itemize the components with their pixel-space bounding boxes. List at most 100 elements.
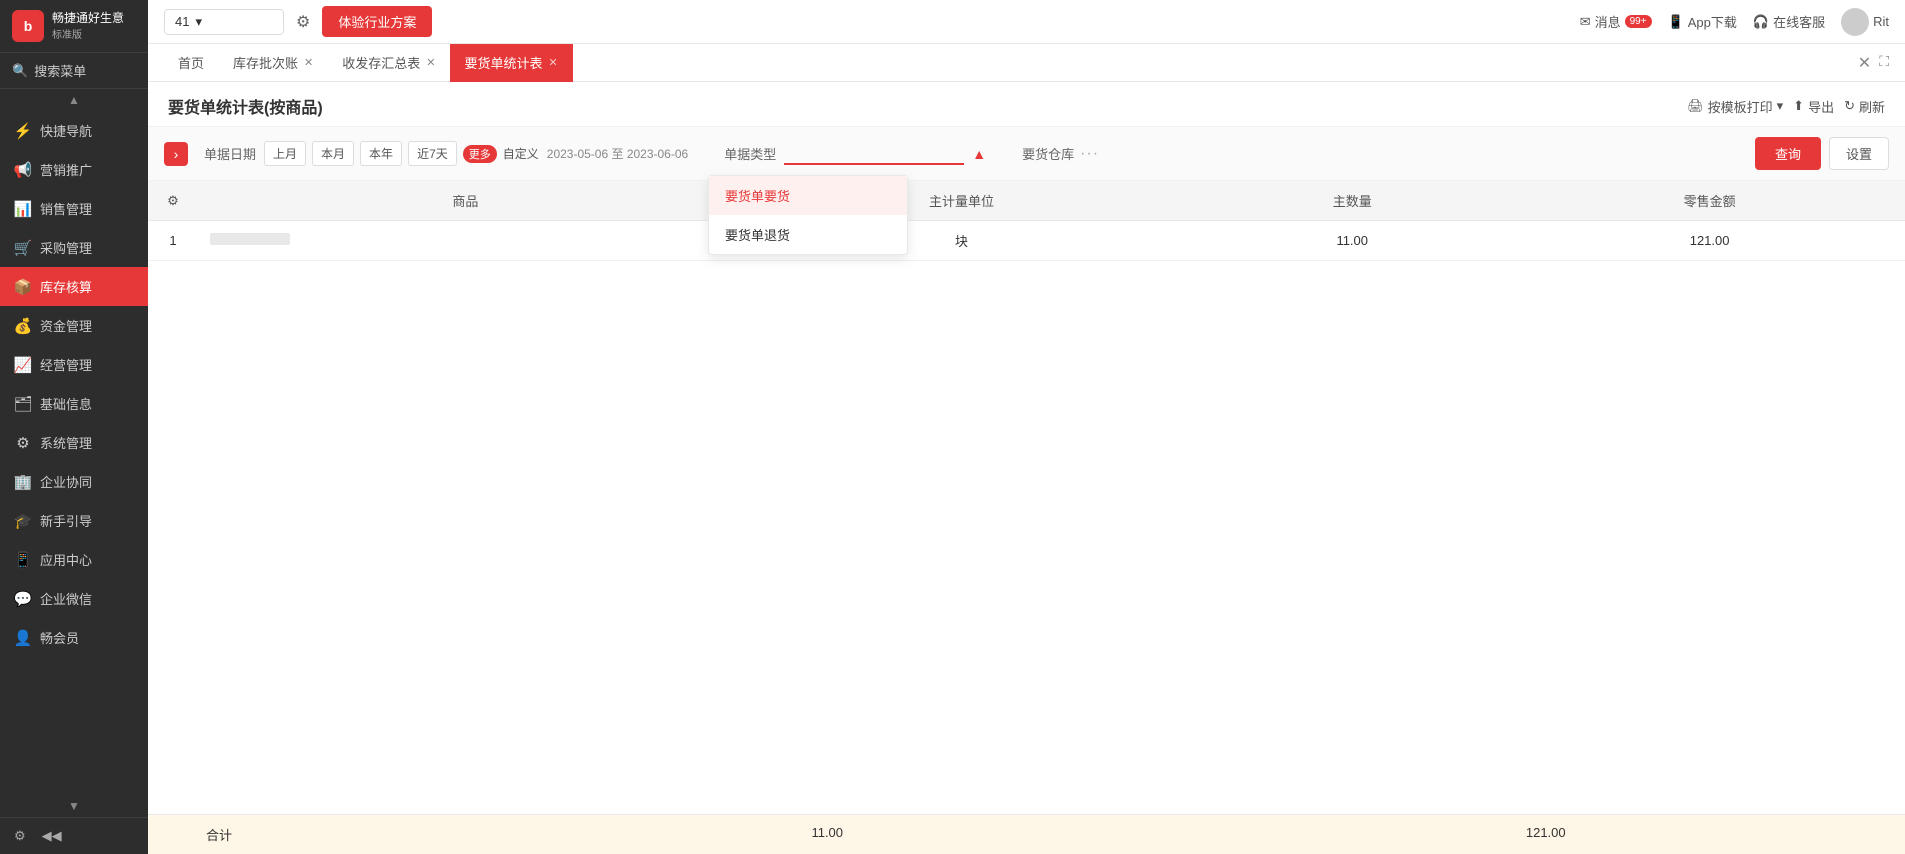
date-preset-more[interactable]: 更多	[463, 145, 497, 163]
online-service-label: 在线客服	[1773, 12, 1825, 31]
sidebar-item-app-center[interactable]: 📱 应用中心	[0, 540, 148, 579]
search-icon: 🔍	[12, 63, 28, 79]
sidebar-item-enterprise[interactable]: 🏢 企业协同	[0, 462, 148, 501]
filter-bar: › 单据日期 上月 本月 本年 近7天 更多 自定义 2023-05-06 至 …	[148, 127, 1905, 181]
table-row: 1 块 11.00 121.00	[148, 221, 1905, 261]
sidebar-item-quick-nav[interactable]: ⚡ 快捷导航	[0, 111, 148, 150]
footer-amount: 121.00	[1187, 825, 1905, 844]
sidebar-item-finance[interactable]: 💰 资金管理	[0, 306, 148, 345]
sidebar-item-basic-info[interactable]: 🗂 基础信息	[0, 384, 148, 423]
sidebar-collapse-btn[interactable]: ◀◀	[42, 828, 62, 844]
sidebar-item-wechat[interactable]: 💬 企业微信	[0, 579, 148, 618]
industry-btn[interactable]: 体验行业方案	[322, 6, 432, 37]
sidebar-scroll-down[interactable]: ▼	[0, 795, 148, 817]
date-preset-this-month[interactable]: 本月	[312, 141, 354, 166]
filter-expand-btn[interactable]: ›	[164, 142, 188, 166]
sidebar-item-label: 库存核算	[40, 277, 92, 296]
guide-icon: 🎓	[14, 512, 32, 530]
filter-settings-btn[interactable]: 设置	[1829, 137, 1889, 170]
sidebar-item-inventory[interactable]: 📦 库存核算	[0, 267, 148, 306]
tab-order-stats[interactable]: 要货单统计表 ✕	[450, 44, 572, 82]
sidebar-item-system[interactable]: ⚙ 系统管理	[0, 423, 148, 462]
sidebar-search[interactable]: 🔍 搜索菜单	[0, 53, 148, 89]
page-header-actions: 🖨 按模板打印 ▾ ⬆ 导出 ↻ 刷新	[1687, 97, 1885, 116]
quick-nav-icon: ⚡	[14, 122, 32, 140]
member-icon: 👤	[14, 629, 32, 647]
message-item[interactable]: ✉ 消息 99+	[1580, 12, 1652, 31]
dropdown-item-order-goods[interactable]: 要货单要货	[709, 176, 907, 215]
date-preset-custom[interactable]: 自定义	[503, 145, 539, 162]
sidebar-item-member[interactable]: 👤 畅会员	[0, 618, 148, 657]
company-selector[interactable]: 41 ▾	[164, 9, 284, 35]
sidebar-nav: ⚡ 快捷导航 📢 营销推广 📊 销售管理 🛒 采购管理 📦 库存核算 💰 资金管…	[0, 111, 148, 795]
refresh-btn[interactable]: ↻ 刷新	[1844, 97, 1885, 116]
user-item[interactable]: Rit	[1841, 8, 1889, 36]
date-filter-group: 单据日期 上月 本月 本年 近7天 更多 自定义 2023-05-06 至 20…	[204, 141, 688, 166]
print-template-btn[interactable]: 🖨 按模板打印 ▾	[1687, 97, 1783, 116]
sales-icon: 📊	[14, 200, 32, 218]
row-amount: 121.00	[1514, 221, 1905, 261]
close-inventory-batch-icon[interactable]: ✕	[304, 56, 313, 69]
query-btn[interactable]: 查询	[1755, 137, 1821, 170]
col-settings-header[interactable]: ⚙	[148, 181, 198, 221]
table-footer: 合计 11.00 121.00	[148, 814, 1905, 854]
system-icon: ⚙	[14, 434, 32, 452]
table-settings-icon[interactable]: ⚙	[167, 193, 179, 208]
message-icon: ✉	[1580, 14, 1591, 30]
sidebar-item-label: 企业微信	[40, 589, 92, 608]
user-avatar	[1841, 8, 1869, 36]
basic-info-icon: 🗂	[14, 395, 32, 413]
footer-label: 合计	[198, 825, 348, 844]
logo-icon: b	[12, 10, 44, 42]
tab-order-stats-label: 要货单统计表	[464, 53, 542, 72]
data-table-container: ⚙ 商品 主计量单位 主数量 零售金额 1 块 11.00 121.00	[148, 181, 1905, 814]
tab-inventory-batch[interactable]: 库存批次账 ✕	[219, 44, 328, 82]
app-title: 畅捷通好生意	[52, 11, 124, 27]
topbar-gear-icon[interactable]: ⚙	[296, 12, 310, 32]
online-service-item[interactable]: 🎧 在线客服	[1753, 12, 1825, 31]
type-filter-input[interactable]	[784, 142, 964, 165]
dropdown-item-order-return[interactable]: 要货单退货	[709, 215, 907, 254]
sidebar-settings-icon[interactable]: ⚙	[14, 828, 26, 844]
sidebar-item-label: 营销推广	[40, 160, 92, 179]
purchase-icon: 🛒	[14, 239, 32, 257]
tab-receive-send-label: 收发存汇总表	[342, 53, 420, 72]
date-preset-last-7[interactable]: 近7天	[408, 141, 457, 166]
page-content: 要货单统计表(按商品) 🖨 按模板打印 ▾ ⬆ 导出 ↻ 刷新 ›	[148, 82, 1905, 854]
refresh-label: 刷新	[1859, 97, 1885, 116]
row-product	[198, 221, 733, 261]
export-icon: ⬆	[1793, 98, 1804, 114]
sidebar-scroll-up[interactable]: ▲	[0, 89, 148, 111]
company-value: 41	[175, 14, 189, 29]
app-subtitle: 标准版	[52, 26, 124, 41]
date-preset-last-month[interactable]: 上月	[264, 141, 306, 166]
type-dropdown-arrow[interactable]: ▲	[972, 146, 986, 162]
row-index: 1	[148, 221, 198, 261]
app-download-item[interactable]: 📱 App下载	[1668, 12, 1737, 31]
refresh-icon: ↻	[1844, 98, 1855, 114]
finance-icon: 💰	[14, 317, 32, 335]
expand-tab-icon[interactable]: ⛶	[1879, 53, 1889, 73]
col-amount-header: 零售金额	[1514, 181, 1905, 221]
export-btn[interactable]: ⬆ 导出	[1793, 97, 1834, 116]
sidebar-item-label: 应用中心	[40, 550, 92, 569]
close-all-tabs-icon[interactable]: ✕	[1858, 53, 1871, 73]
sidebar-item-label: 资金管理	[40, 316, 92, 335]
sidebar-item-operations[interactable]: 📈 经营管理	[0, 345, 148, 384]
close-order-stats-icon[interactable]: ✕	[549, 56, 558, 69]
close-receive-send-icon[interactable]: ✕	[426, 56, 435, 69]
sidebar-item-marketing[interactable]: 📢 营销推广	[0, 150, 148, 189]
sidebar-item-purchase[interactable]: 🛒 采购管理	[0, 228, 148, 267]
footer-empty-unit	[348, 825, 468, 844]
message-label: 消息	[1595, 12, 1621, 31]
tab-receive-send[interactable]: 收发存汇总表 ✕	[328, 44, 450, 82]
sidebar-item-label: 基础信息	[40, 394, 92, 413]
page-header: 要货单统计表(按商品) 🖨 按模板打印 ▾ ⬆ 导出 ↻ 刷新	[148, 82, 1905, 127]
type-filter-group: 单据类型 ▲	[724, 142, 986, 165]
warehouse-more-icon[interactable]: ···	[1080, 145, 1099, 163]
sidebar-item-sales[interactable]: 📊 销售管理	[0, 189, 148, 228]
warehouse-filter-group: 要货仓库 ···	[1022, 144, 1099, 163]
sidebar-item-guide[interactable]: 🎓 新手引导	[0, 501, 148, 540]
date-preset-this-year[interactable]: 本年	[360, 141, 402, 166]
tab-home[interactable]: 首页	[164, 44, 219, 82]
